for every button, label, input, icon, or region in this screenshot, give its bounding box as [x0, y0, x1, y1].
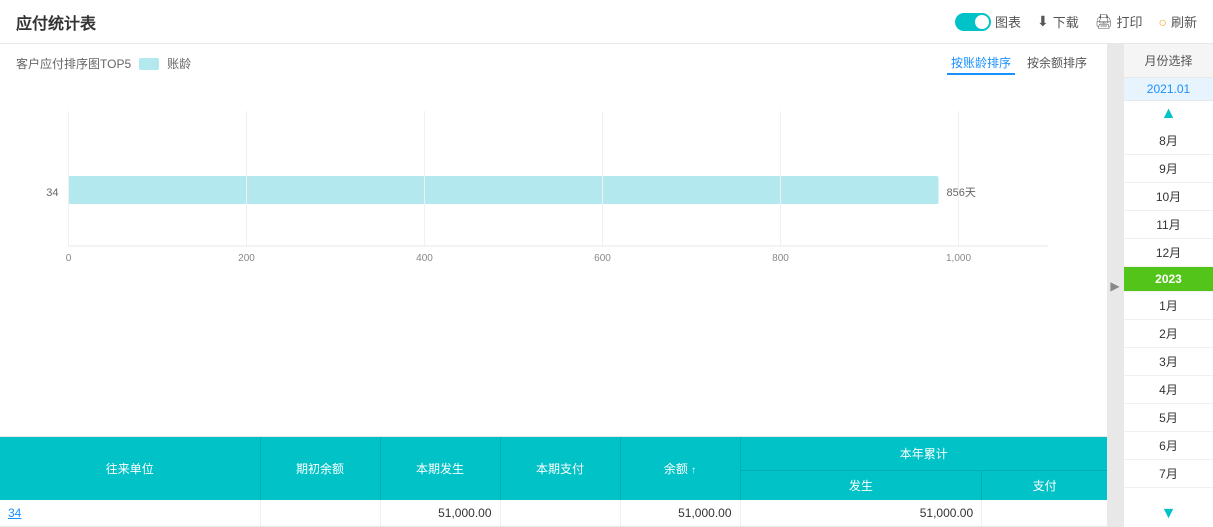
table-row: 34 51,000.00 51,000.00 51,000.00 — [0, 500, 1107, 527]
chevron-up-icon: ▲ — [1161, 105, 1177, 122]
svg-text:0: 0 — [66, 253, 72, 264]
legend-item-label: 账龄 — [167, 55, 191, 72]
cell-unit: 34 — [0, 500, 260, 527]
legend-title: 客户应付排序图TOP5 — [16, 55, 131, 72]
cell-occurrence: 51,000.00 — [380, 500, 500, 527]
sidebar-month-select-label: 月份选择 — [1124, 44, 1213, 78]
sidebar-collapse-btn[interactable]: ▶ — [1107, 44, 1123, 527]
chart-header: 客户应付排序图TOP5 账龄 按账龄排序 按余额排序 — [0, 44, 1107, 83]
toggle-knob — [975, 15, 989, 29]
bar-end-label: 856天 — [947, 187, 976, 199]
cell-ytd-occ: 51,000.00 — [740, 500, 982, 527]
sidebar-month-item-1[interactable]: 9月 — [1124, 155, 1213, 183]
col-balance-header: 余额 ↑ — [620, 437, 740, 500]
col-unit-header: 往来单位 — [0, 437, 260, 500]
sidebar-scroll-up-btn[interactable]: ▲ — [1124, 101, 1213, 127]
svg-text:600: 600 — [594, 253, 611, 264]
chart-area: 客户应付排序图TOP5 账龄 按账龄排序 按余额排序 34 856天 — [0, 44, 1107, 527]
chart-toggle-action[interactable]: 图表 — [955, 12, 1021, 31]
chart-toggle-label: 图表 — [995, 12, 1021, 31]
sidebar-month-item-9[interactable]: 4月 — [1124, 376, 1213, 404]
chart-canvas: 34 856天 0 200 400 600 800 1,000 — [0, 83, 1107, 436]
sidebar-month-item-12[interactable]: 7月 — [1124, 460, 1213, 488]
sidebar-month-item-6[interactable]: 1月 — [1124, 292, 1213, 320]
chart-toggle[interactable] — [955, 13, 991, 31]
chart-bar — [69, 176, 939, 204]
chart-legend: 客户应付排序图TOP5 账龄 — [16, 55, 191, 72]
cell-ytd-pay — [982, 500, 1107, 527]
cell-opening — [260, 500, 380, 527]
col-ytd-pay-header: 支付 — [982, 471, 1107, 501]
print-label: 打印 — [1117, 12, 1143, 31]
download-action[interactable]: ⬇ 下载 — [1037, 12, 1079, 31]
sidebar-month-item-11[interactable]: 6月 — [1124, 432, 1213, 460]
table-section: 往来单位 期初余额 本期发生 本期支付 余额 ↑ 本年累计 — [0, 436, 1107, 527]
sidebar-month-item-8[interactable]: 3月 — [1124, 348, 1213, 376]
sort-by-balance-btn[interactable]: 按账龄排序 — [947, 52, 1015, 75]
page-title: 应付统计表 — [16, 10, 96, 34]
sidebar-month-item-2[interactable]: 10月 — [1124, 183, 1213, 211]
refresh-icon: ○ — [1159, 14, 1167, 30]
sidebar-month-item-7[interactable]: 2月 — [1124, 320, 1213, 348]
svg-text:800: 800 — [772, 253, 789, 264]
table-header-row: 往来单位 期初余额 本期发生 本期支付 余额 ↑ 本年累计 — [0, 437, 1107, 471]
svg-text:1,000: 1,000 — [946, 253, 971, 264]
cell-balance: 51,000.00 — [620, 500, 740, 527]
refresh-label: 刷新 — [1171, 12, 1197, 31]
data-table: 往来单位 期初余额 本期发生 本期支付 余额 ↑ 本年累计 — [0, 437, 1107, 527]
download-icon: ⬇ — [1037, 13, 1049, 30]
right-sidebar: 月份选择 2021.01 ▲ 8月9月10月11月12月20231月2月3月4月… — [1123, 44, 1213, 527]
print-icon: 🖨 — [1095, 13, 1113, 30]
sidebar-month-item-5[interactable]: 2023 — [1124, 267, 1213, 292]
sidebar-month-item-0[interactable]: 8月 — [1124, 127, 1213, 155]
sidebar-month-item-3[interactable]: 11月 — [1124, 211, 1213, 239]
main-content: 客户应付排序图TOP5 账龄 按账龄排序 按余额排序 34 856天 — [0, 44, 1213, 527]
sidebar-current-month[interactable]: 2021.01 — [1124, 78, 1213, 101]
col-occurrence-header: 本期发生 — [380, 437, 500, 500]
svg-text:200: 200 — [238, 253, 255, 264]
sidebar-month-item-10[interactable]: 5月 — [1124, 404, 1213, 432]
app-container: 应付统计表 图表 ⬇ 下载 🖨 打印 ○ 刷新 — [0, 0, 1213, 527]
cell-payment — [500, 500, 620, 527]
col-opening-header: 期初余额 — [260, 437, 380, 500]
header-actions: 图表 ⬇ 下载 🖨 打印 ○ 刷新 — [955, 12, 1197, 31]
bar-y-label: 34 — [46, 187, 58, 199]
collapse-arrow-icon: ▶ — [1110, 279, 1119, 293]
download-label: 下载 — [1053, 12, 1079, 31]
header: 应付统计表 图表 ⬇ 下载 🖨 打印 ○ 刷新 — [0, 0, 1213, 44]
table-wrapper: 往来单位 期初余额 本期发生 本期支付 余额 ↑ 本年累计 — [0, 437, 1107, 527]
col-ytd-occ-header: 发生 — [740, 471, 982, 501]
sort-by-amount-btn[interactable]: 按余额排序 — [1023, 52, 1091, 75]
legend-box — [139, 58, 159, 70]
sidebar-month-item-4[interactable]: 12月 — [1124, 239, 1213, 267]
sidebar-months-list: 8月9月10月11月12月20231月2月3月4月5月6月7月 — [1124, 127, 1213, 501]
svg-text:400: 400 — [416, 253, 433, 264]
col-ytd-header: 本年累计 — [740, 437, 1107, 471]
print-action[interactable]: 🖨 打印 — [1095, 12, 1143, 31]
chart-svg: 34 856天 0 200 400 600 800 1,000 — [16, 91, 1091, 291]
unit-link[interactable]: 34 — [8, 506, 21, 520]
chevron-down-icon: ▼ — [1161, 505, 1177, 522]
chart-sort-buttons: 按账龄排序 按余额排序 — [947, 52, 1091, 75]
refresh-action[interactable]: ○ 刷新 — [1159, 12, 1197, 31]
sidebar-scroll-down-btn[interactable]: ▼ — [1124, 501, 1213, 527]
col-payment-header: 本期支付 — [500, 437, 620, 500]
